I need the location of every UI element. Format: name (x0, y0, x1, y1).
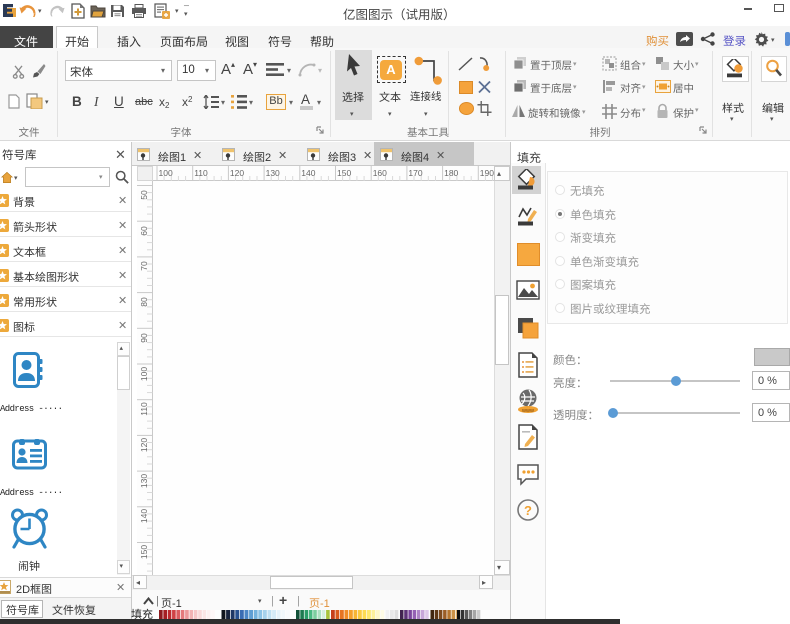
svg-text:?: ? (524, 503, 532, 518)
svg-text:www: www (521, 408, 534, 414)
